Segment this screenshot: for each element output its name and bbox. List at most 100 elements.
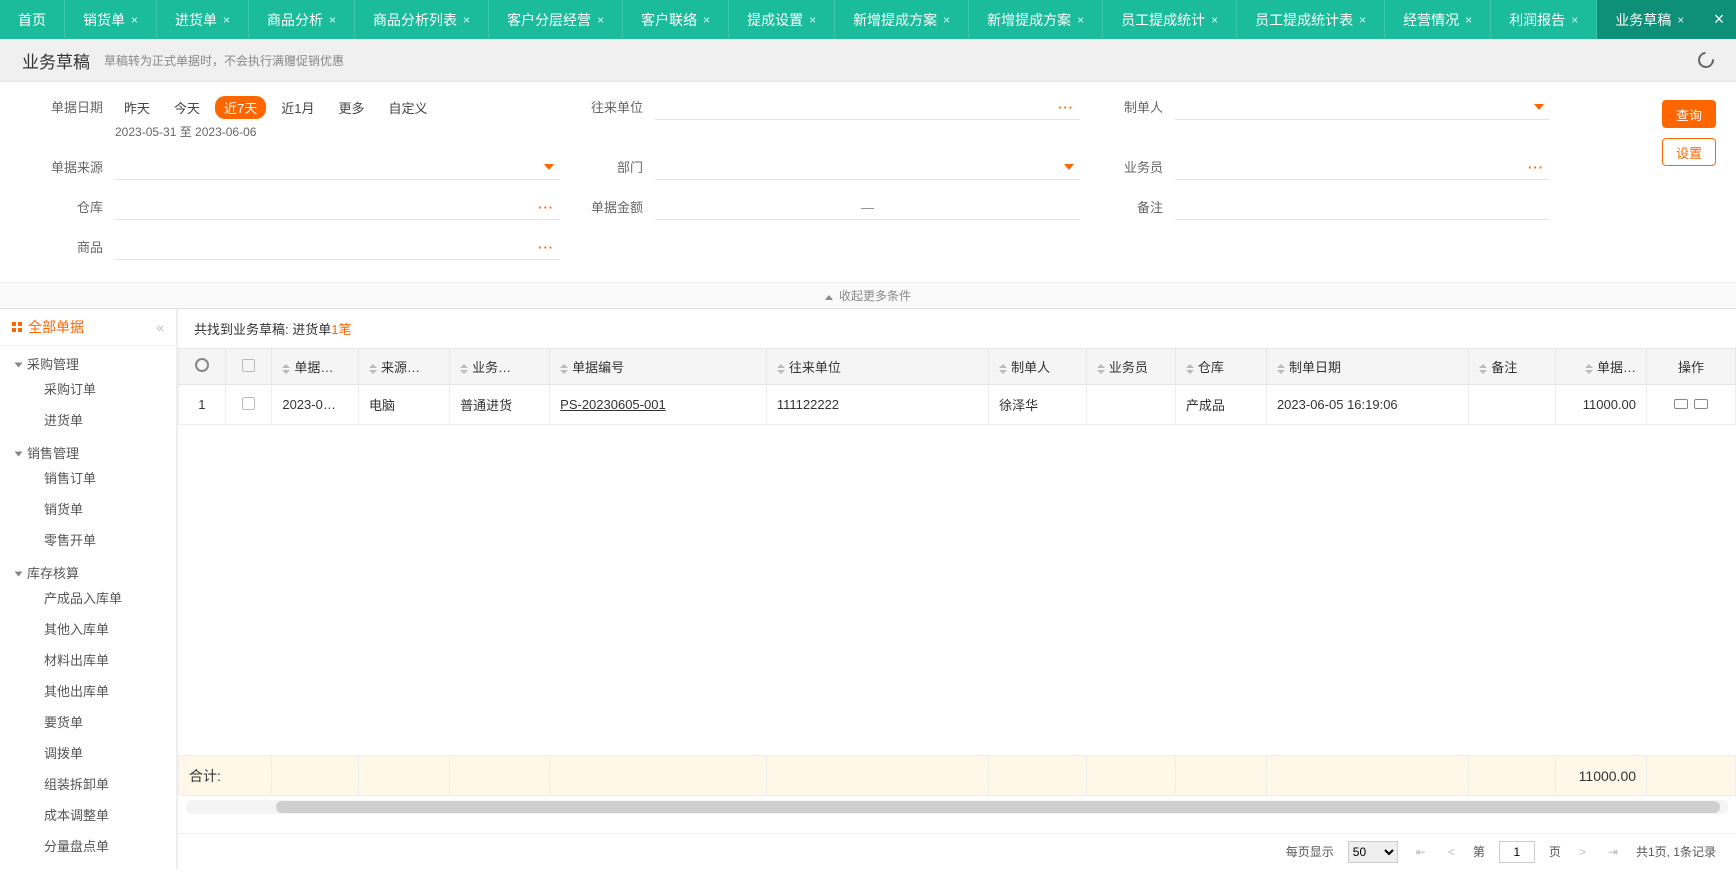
sidebar-item-产成品入库单[interactable]: 产成品入库单 (0, 582, 176, 613)
close-icon[interactable]: × (1465, 13, 1472, 27)
dept-select[interactable] (655, 156, 1080, 180)
col-4[interactable]: 往来单位 (766, 349, 988, 385)
col-0[interactable]: 单据… (272, 349, 359, 385)
close-icon[interactable]: × (1677, 13, 1684, 27)
sidebar-item-进货单[interactable]: 进货单 (0, 404, 176, 435)
tab-销货单[interactable]: 销货单× (65, 0, 157, 39)
cell-actions[interactable] (1647, 385, 1736, 425)
close-icon[interactable]: × (463, 13, 470, 27)
collapse-bar[interactable]: 收起更多条件 (0, 282, 1736, 308)
tab-提成设置[interactable]: 提成设置× (729, 0, 835, 39)
sidebar-item-组装拆卸单[interactable]: 组装拆卸单 (0, 768, 176, 799)
sidebar-group-资金往来[interactable]: 资金往来 (0, 861, 176, 869)
tab-商品分析列表[interactable]: 商品分析列表× (355, 0, 489, 39)
cell-ctime: 2023-06-05 16:19:06 (1266, 385, 1468, 425)
col-gear[interactable] (179, 349, 226, 385)
horizontal-scrollbar[interactable] (186, 800, 1728, 814)
source-select[interactable] (115, 156, 560, 180)
date-chip-昨天[interactable]: 昨天 (115, 96, 159, 119)
creator-select[interactable] (1175, 96, 1550, 120)
amount-range-input[interactable]: — (655, 196, 1080, 220)
close-icon[interactable]: × (597, 13, 604, 27)
view-icon[interactable] (1674, 399, 1688, 409)
sidebar-item-要货单[interactable]: 要货单 (0, 706, 176, 737)
date-chip-更多[interactable]: 更多 (330, 96, 374, 119)
col-2[interactable]: 业务… (450, 349, 550, 385)
sidebar-item-成本调整单[interactable]: 成本调整单 (0, 799, 176, 830)
tab-利润报告[interactable]: 利润报告× (1491, 0, 1597, 39)
product-input[interactable]: ··· (115, 236, 560, 260)
cell-code-link[interactable]: PS-20230605-001 (550, 385, 767, 425)
tab-首页[interactable]: 首页 (0, 0, 65, 39)
close-icon[interactable]: × (1571, 13, 1578, 27)
tab-客户分层经营[interactable]: 客户分层经营× (489, 0, 623, 39)
query-button[interactable]: 查询 (1662, 100, 1716, 128)
remark-input[interactable] (1175, 196, 1550, 220)
qr-icon[interactable] (1694, 399, 1708, 409)
sidebar-item-销售订单[interactable]: 销售订单 (0, 462, 176, 493)
col-5[interactable]: 制单人 (989, 349, 1087, 385)
sidebar-group-销售管理[interactable]: 销售管理 (0, 435, 176, 462)
date-chip-近7天[interactable]: 近7天 (215, 96, 266, 119)
sidebar-item-调拨单[interactable]: 调拨单 (0, 737, 176, 768)
tab-员工提成统计表[interactable]: 员工提成统计表× (1237, 0, 1385, 39)
col-7[interactable]: 仓库 (1175, 349, 1266, 385)
sidebar-item-采购订单[interactable]: 采购订单 (0, 373, 176, 404)
col-6[interactable]: 业务员 (1086, 349, 1175, 385)
sidebar-item-分量盘点单[interactable]: 分量盘点单 (0, 830, 176, 861)
tab-新增提成方案[interactable]: 新增提成方案× (835, 0, 969, 39)
tab-进货单[interactable]: 进货单× (157, 0, 249, 39)
col-11[interactable]: 操作 (1647, 349, 1736, 385)
table-row[interactable]: 1 2023-0… 电脑 普通进货 PS-20230605-001 111122… (179, 385, 1736, 425)
date-chip-近1月[interactable]: 近1月 (272, 96, 323, 119)
page-header: 业务草稿 草稿转为正式单据时，不会执行满赠促销优惠 (0, 39, 1736, 82)
tab-员工提成统计[interactable]: 员工提成统计× (1103, 0, 1237, 39)
warehouse-input[interactable]: ··· (115, 196, 560, 220)
pager-last-icon[interactable]: ⇥ (1604, 845, 1622, 859)
close-icon[interactable]: × (1211, 13, 1218, 27)
tab-overflow-button[interactable]: × (1702, 0, 1736, 39)
pager-prev-icon[interactable]: < (1444, 845, 1459, 859)
refresh-icon[interactable] (1695, 49, 1718, 72)
date-chip-自定义[interactable]: 自定义 (380, 96, 437, 119)
row-checkbox[interactable] (225, 385, 272, 425)
sidebar-item-销货单[interactable]: 销货单 (0, 493, 176, 524)
close-icon[interactable]: × (943, 13, 950, 27)
staff-input[interactable]: ··· (1175, 156, 1550, 180)
sidebar-item-其他出库单[interactable]: 其他出库单 (0, 675, 176, 706)
col-1[interactable]: 来源… (359, 349, 450, 385)
pager-first-icon[interactable]: ⇤ (1412, 845, 1430, 859)
close-icon[interactable]: × (1077, 13, 1084, 27)
close-icon[interactable]: × (1359, 13, 1366, 27)
sidebar-item-材料出库单[interactable]: 材料出库单 (0, 644, 176, 675)
sidebar-item-零售开单[interactable]: 零售开单 (0, 524, 176, 555)
warehouse-label: 仓库 (20, 196, 115, 220)
sidebar-group-库存核算[interactable]: 库存核算 (0, 555, 176, 582)
date-chip-今天[interactable]: 今天 (165, 96, 209, 119)
tab-经营情况[interactable]: 经营情况× (1385, 0, 1491, 39)
close-icon[interactable]: × (131, 13, 138, 27)
sidebar-item-其他入库单[interactable]: 其他入库单 (0, 613, 176, 644)
tab-新增提成方案[interactable]: 新增提成方案× (969, 0, 1103, 39)
close-icon[interactable]: × (809, 13, 816, 27)
col-9[interactable]: 备注 (1469, 349, 1556, 385)
sidebar-group-采购管理[interactable]: 采购管理 (0, 346, 176, 373)
col-check[interactable] (225, 349, 272, 385)
close-icon[interactable]: × (329, 13, 336, 27)
page-input[interactable] (1499, 841, 1535, 863)
tab-商品分析[interactable]: 商品分析× (249, 0, 355, 39)
tab-业务草稿[interactable]: 业务草稿× (1597, 0, 1703, 39)
col-3[interactable]: 单据编号 (550, 349, 767, 385)
per-page-select[interactable]: 50 (1348, 841, 1398, 863)
sidebar-collapse-icon[interactable]: « (156, 319, 164, 335)
sidebar-header[interactable]: 全部单据 « (0, 309, 176, 346)
page-subtitle: 草稿转为正式单据时，不会执行满赠促销优惠 (104, 52, 344, 69)
close-icon[interactable]: × (223, 13, 230, 27)
col-8[interactable]: 制单日期 (1266, 349, 1468, 385)
setting-button[interactable]: 设置 (1662, 138, 1716, 166)
partner-input[interactable]: ··· (655, 96, 1080, 120)
tab-客户联络[interactable]: 客户联络× (623, 0, 729, 39)
close-icon[interactable]: × (703, 13, 710, 27)
col-10[interactable]: 单据… (1555, 349, 1646, 385)
pager-next-icon[interactable]: > (1575, 845, 1590, 859)
